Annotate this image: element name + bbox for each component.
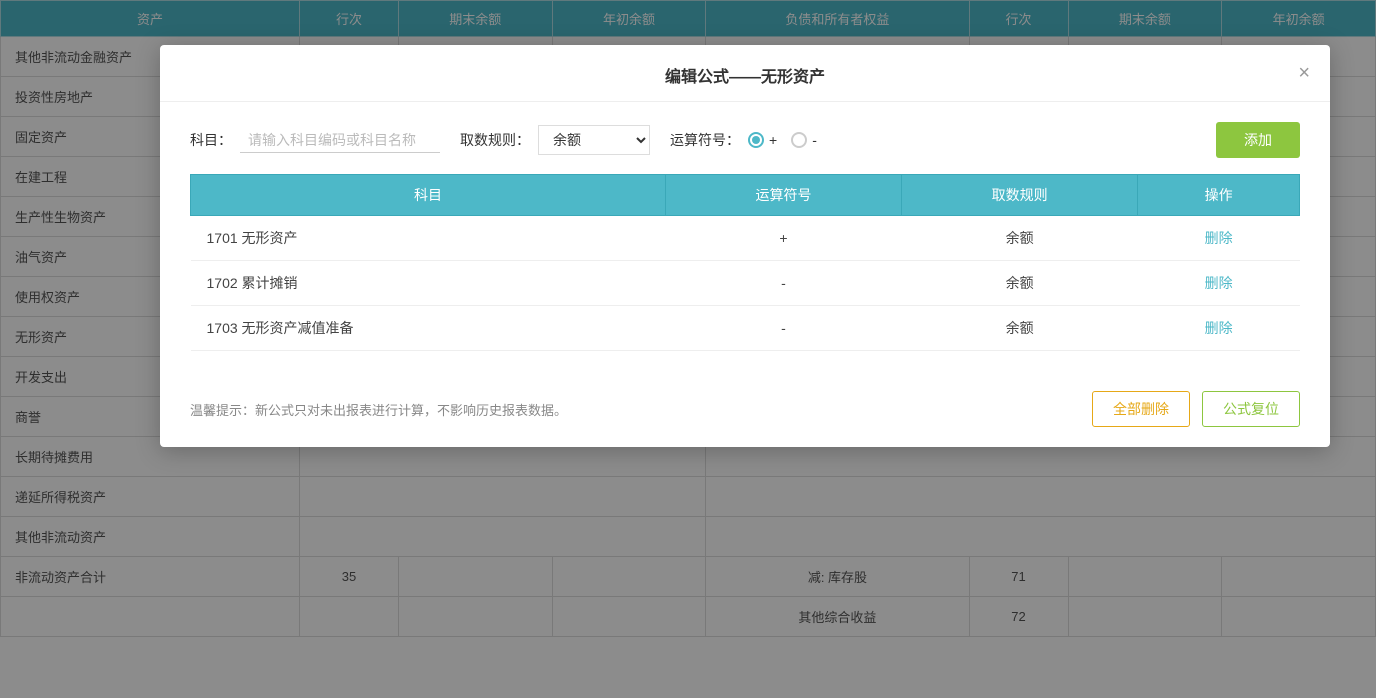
footer-hint: 温馨提示：新公式只对未出报表进行计算，不影响历史报表数据。 <box>190 400 567 419</box>
delete-row-2-button[interactable]: 删除 <box>1205 318 1233 338</box>
modal-title: 编辑公式——无形资产 <box>665 63 825 87</box>
edit-formula-modal: 编辑公式——无形资产 × 科目： 取数规则： 余额 借方 贷方 借方发生额 贷方… <box>160 45 1330 447</box>
add-button[interactable]: 添加 <box>1216 122 1300 158</box>
col-subject: 科目 <box>191 175 666 216</box>
cell-operator: - <box>665 306 901 351</box>
rule-label: 取数规则： <box>460 130 530 150</box>
radio-group: + - <box>748 132 817 148</box>
rule-group: 取数规则： 余额 借方 贷方 借方发生额 贷方发生额 <box>460 125 650 155</box>
col-action: 操作 <box>1138 175 1300 216</box>
footer-buttons: 全部删除 公式复位 <box>1092 391 1300 427</box>
radio-minus-circle <box>791 132 807 148</box>
table-header-row: 科目 运算符号 取数规则 操作 <box>191 175 1300 216</box>
cell-operator: + <box>665 216 901 261</box>
radio-plus[interactable]: + <box>748 132 777 148</box>
cell-rule: 余额 <box>902 216 1138 261</box>
col-rule: 取数规则 <box>902 175 1138 216</box>
subject-group: 科目： <box>190 128 440 153</box>
radio-minus[interactable]: - <box>791 132 817 148</box>
cell-subject: 1702 累计摊销 <box>191 261 666 306</box>
operator-label: 运算符号： <box>670 130 740 150</box>
data-table: 科目 运算符号 取数规则 操作 1701 无形资产+余额删除1702 累计摊销-… <box>190 174 1300 351</box>
data-table-wrapper: 科目 运算符号 取数规则 操作 1701 无形资产+余额删除1702 累计摊销-… <box>160 174 1330 351</box>
reset-formula-button[interactable]: 公式复位 <box>1202 391 1300 427</box>
col-operator: 运算符号 <box>665 175 901 216</box>
cell-subject: 1701 无形资产 <box>191 216 666 261</box>
radio-plus-label: + <box>769 132 777 148</box>
table-row: 1702 累计摊销-余额 删除 <box>191 261 1300 306</box>
rule-select-wrapper: 余额 借方 贷方 借方发生额 贷方发生额 <box>538 125 650 155</box>
delete-row-1-button[interactable]: 删除 <box>1205 273 1233 293</box>
modal-footer: 温馨提示：新公式只对未出报表进行计算，不影响历史报表数据。 全部删除 公式复位 <box>160 371 1330 447</box>
operator-group: 运算符号： + - <box>670 130 817 150</box>
table-row: 1703 无形资产减值准备-余额 删除 <box>191 306 1300 351</box>
subject-input[interactable] <box>240 128 440 153</box>
table-row: 1701 无形资产+余额 删除 <box>191 216 1300 261</box>
cell-action: 删除 <box>1138 261 1300 306</box>
delete-all-button[interactable]: 全部删除 <box>1092 391 1190 427</box>
delete-row-0-button[interactable]: 删除 <box>1205 228 1233 248</box>
cell-subject: 1703 无形资产减值准备 <box>191 306 666 351</box>
cell-rule: 余额 <box>902 261 1138 306</box>
radio-plus-circle <box>748 132 764 148</box>
subject-label: 科目： <box>190 130 232 150</box>
cell-rule: 余额 <box>902 306 1138 351</box>
cell-action: 删除 <box>1138 216 1300 261</box>
modal-header: 编辑公式——无形资产 × <box>160 45 1330 102</box>
form-row: 科目： 取数规则： 余额 借方 贷方 借方发生额 贷方发生额 运算符号： + <box>160 102 1330 174</box>
cell-action: 删除 <box>1138 306 1300 351</box>
cell-operator: - <box>665 261 901 306</box>
rule-select[interactable]: 余额 借方 贷方 借方发生额 贷方发生额 <box>538 125 650 155</box>
radio-minus-label: - <box>812 132 817 148</box>
close-button[interactable]: × <box>1298 63 1310 83</box>
